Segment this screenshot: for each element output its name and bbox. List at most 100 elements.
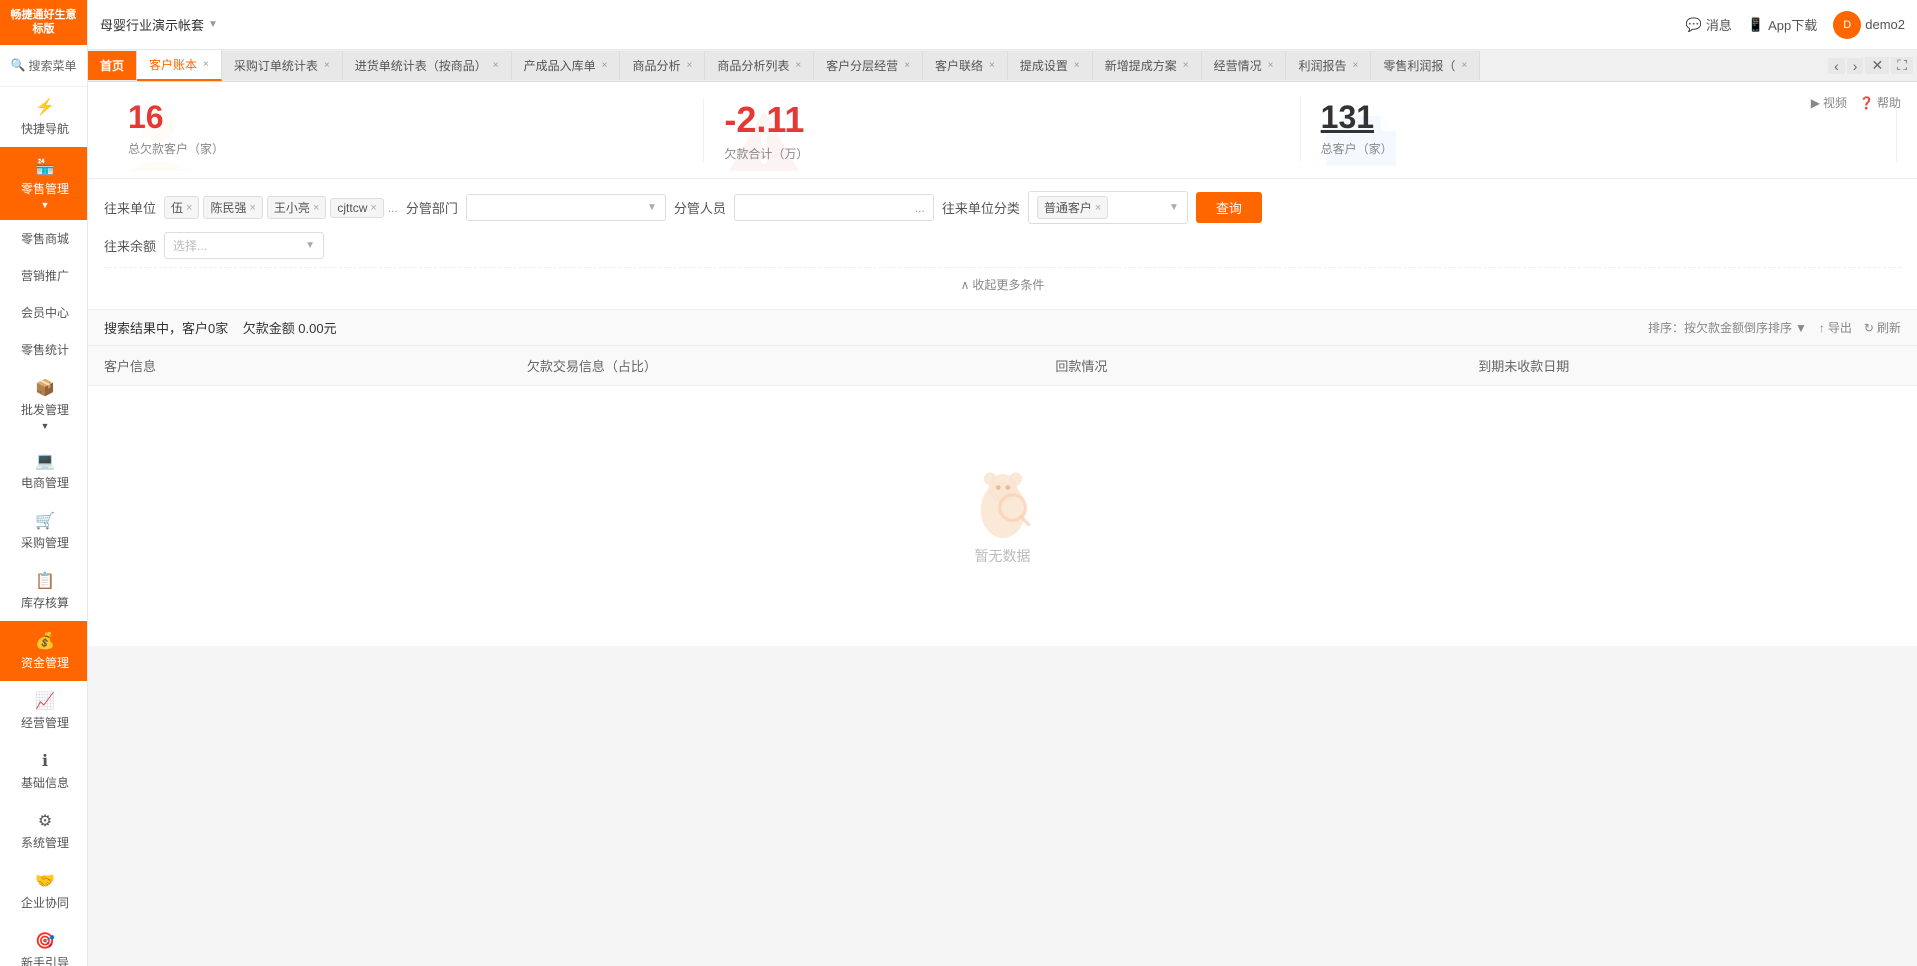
tab-retail-profit[interactable]: 零售利润报（ × — [1371, 51, 1480, 80]
guide-icon: 🎯 — [35, 931, 55, 951]
sidebar-item-quick-nav[interactable]: ⚡ 快捷导航 — [0, 87, 87, 147]
table-header: 客户信息 欠款交易信息（占比） 回款情况 到期未收款日期 — [88, 346, 1917, 386]
tab-close-icon[interactable]: × — [493, 60, 499, 71]
tab-customer-ledger[interactable]: 客户账本 × — [137, 50, 222, 81]
filter-label-dept: 分管部门 — [406, 198, 458, 217]
sidebar-item-inventory[interactable]: 📋 库存核算 — [0, 561, 87, 621]
tab-business-status[interactable]: 经营情况 × — [1202, 51, 1287, 80]
topbar-left: 母婴行业演示帐套 ▼ — [100, 15, 218, 34]
tab-close-icon[interactable]: × — [1461, 60, 1467, 71]
tab-close-icon[interactable]: × — [1074, 60, 1080, 71]
search-menu-button[interactable]: 🔍 搜索菜单 — [6, 53, 81, 78]
sidebar-item-cooperation[interactable]: 🤝 企业协同 — [0, 861, 87, 921]
balance-select-arrow: ▼ — [305, 240, 315, 251]
expand-icon: ▼ — [41, 421, 50, 431]
operations-icon: 📈 — [35, 691, 55, 711]
tab-customer-tier[interactable]: 客户分层经营 × — [814, 51, 923, 80]
tab-purchase-order-stats[interactable]: 采购订单统计表 × — [222, 51, 343, 80]
dept-select-arrow: ▼ — [647, 202, 657, 213]
tab-close-icon[interactable]: × — [602, 60, 608, 71]
tab-production-inbound[interactable]: 产成品入库单 × — [512, 51, 621, 80]
filter-label-balance: 往来余额 — [104, 236, 156, 255]
filter-area: 往来单位 伍 × 陈民强 × 王小亮 × cjttcw — [88, 179, 1917, 310]
tab-close-all-button[interactable]: ✕ — [1865, 57, 1889, 74]
message-button[interactable]: 💬 消息 — [1686, 15, 1732, 34]
export-button[interactable]: ↑ 导出 — [1819, 319, 1852, 336]
cooperation-icon: 🤝 — [35, 871, 55, 891]
export-icon: ↑ — [1819, 321, 1825, 335]
tab-home[interactable]: 首页 — [88, 51, 137, 80]
sort-select[interactable]: 排序：按欠款金额倒序排序 ▼ — [1648, 319, 1807, 336]
tab-fullscreen-button[interactable]: ⛶ — [1891, 57, 1913, 74]
tab-close-icon[interactable]: × — [904, 60, 910, 71]
tab-profit-report[interactable]: 利润报告 × — [1286, 51, 1371, 80]
sidebar-item-guide[interactable]: 🎯 新手引导 — [0, 921, 87, 966]
sidebar-item-marketing[interactable]: 营销推广 — [0, 257, 87, 294]
tab-product-analysis-list[interactable]: 商品分析列表 × — [705, 51, 814, 80]
result-actions: 排序：按欠款金额倒序排序 ▼ ↑ 导出 ↻ 刷新 — [1648, 319, 1901, 336]
sidebar-item-member-center[interactable]: 会员中心 — [0, 294, 87, 331]
filter-tag-close-2[interactable]: × — [313, 202, 319, 214]
sidebar: 畅捷通好生意 标版 🔍 搜索菜单 ⚡ 快捷导航 🏪 零售管理 ▼ 零售商城 营销… — [0, 0, 88, 966]
refresh-button[interactable]: ↻ 刷新 — [1864, 319, 1901, 336]
sidebar-item-finance[interactable]: 💰 资金管理 — [0, 621, 87, 681]
filter-label-person: 分管人员 — [674, 198, 726, 217]
tab-prev-button[interactable]: ‹ — [1828, 58, 1845, 74]
collapse-button[interactable]: ∧ 收起更多条件 — [949, 272, 1057, 297]
tab-close-icon[interactable]: × — [1183, 60, 1189, 71]
stat-label-debt: 欠款合计（万） — [724, 145, 808, 162]
tab-next-button[interactable]: › — [1847, 58, 1864, 74]
classify-select-arrow: ▼ — [1169, 202, 1179, 213]
sidebar-item-system[interactable]: ⚙ 系统管理 — [0, 801, 87, 861]
filter-tag-close-0[interactable]: × — [186, 202, 192, 214]
col-payment-status: 回款情况 — [1055, 356, 1478, 375]
tab-close-icon[interactable]: × — [1268, 60, 1274, 71]
stat-total-all-customers: 131 总客户（家） — [1301, 98, 1897, 162]
filter-tag-close-3[interactable]: × — [370, 202, 376, 214]
help-button[interactable]: ❓ 帮助 — [1859, 94, 1901, 111]
tab-product-analysis[interactable]: 商品分析 × — [620, 51, 705, 80]
tab-close-icon[interactable]: × — [203, 59, 209, 70]
sidebar-item-basic-info[interactable]: ℹ 基础信息 — [0, 741, 87, 801]
filter-balance-select[interactable]: 选择... ▼ — [164, 232, 324, 259]
purchase-icon: 🛒 — [35, 511, 55, 531]
filter-tag-unit-1: 陈民强 × — [203, 196, 262, 219]
sidebar-item-purchase[interactable]: 🛒 采购管理 — [0, 501, 87, 561]
main-content: 16 总欠款客户（家） -2.11 欠款合计（万） — [88, 82, 1917, 966]
tab-close-icon[interactable]: × — [989, 60, 995, 71]
tab-commission-settings[interactable]: 提成设置 × — [1008, 51, 1093, 80]
tab-close-icon[interactable]: × — [686, 60, 692, 71]
tab-customer-contact[interactable]: 客户联络 × — [923, 51, 1008, 80]
basic-info-icon: ℹ — [42, 751, 48, 771]
tab-inbound-stats[interactable]: 进货单统计表（按商品） × — [343, 51, 512, 80]
tab-close-icon[interactable]: × — [1352, 60, 1358, 71]
sidebar-item-ecommerce[interactable]: 💻 电商管理 — [0, 441, 87, 501]
filter-classify-select[interactable]: 普通客户 × ▼ — [1028, 191, 1188, 224]
filter-tag-close-1[interactable]: × — [249, 202, 255, 214]
stat-value-all-customers: 131 — [1321, 98, 1374, 136]
video-help-area: ▶ 视频 ❓ 帮助 — [1811, 94, 1901, 111]
app-download-button[interactable]: 📱 App下载 — [1748, 15, 1817, 34]
tab-close-icon[interactable]: × — [795, 60, 801, 71]
filter-person-select[interactable]: ... — [734, 194, 934, 221]
tab-close-icon[interactable]: × — [324, 60, 330, 71]
topbar-selector[interactable]: 母婴行业演示帐套 ▼ — [100, 15, 218, 34]
sidebar-item-retail-stats[interactable]: 零售统计 — [0, 331, 87, 368]
sort-label: 排序：按欠款金额倒序排序 — [1648, 319, 1792, 336]
filter-label-unit: 往来单位 — [104, 198, 156, 217]
sidebar-item-retail-mall[interactable]: 零售商城 — [0, 220, 87, 257]
tab-new-commission[interactable]: 新增提成方案 × — [1093, 51, 1202, 80]
refresh-icon: ↻ — [1864, 321, 1874, 335]
person-dots-button[interactable]: ... — [915, 201, 925, 215]
sidebar-item-retail-mgmt[interactable]: 🏪 零售管理 ▼ — [0, 147, 87, 220]
classify-tag-close[interactable]: × — [1095, 202, 1101, 214]
user-profile[interactable]: D demo2 — [1833, 11, 1905, 39]
sidebar-item-wholesale[interactable]: 📦 批发管理 ▼ — [0, 368, 87, 441]
query-button[interactable]: 查询 — [1196, 192, 1262, 223]
help-icon: ❓ — [1859, 96, 1874, 110]
video-button[interactable]: ▶ 视频 — [1811, 94, 1847, 111]
data-table: 客户信息 欠款交易信息（占比） 回款情况 到期未收款日期 — [88, 346, 1917, 646]
sidebar-item-operations[interactable]: 📈 经营管理 — [0, 681, 87, 741]
filter-dept-select[interactable]: ▼ — [466, 194, 666, 221]
filter-more-button[interactable]: ... — [388, 201, 398, 215]
